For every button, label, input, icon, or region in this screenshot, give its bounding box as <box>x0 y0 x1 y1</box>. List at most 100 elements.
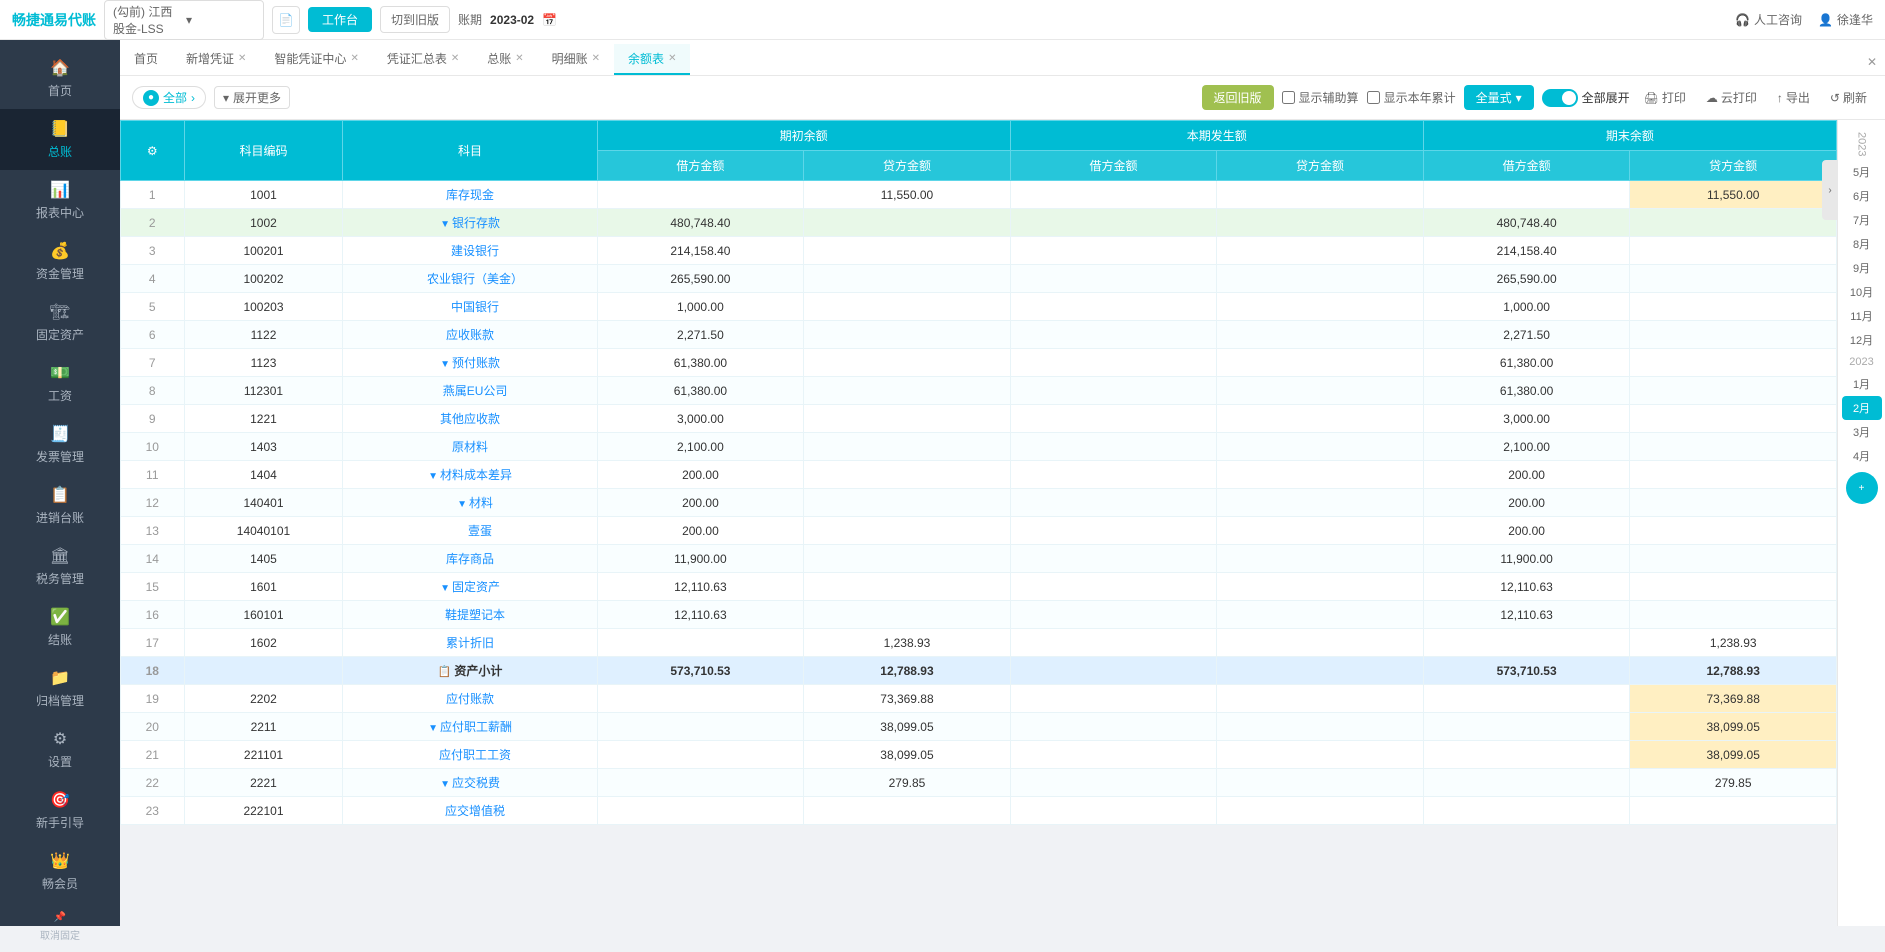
collapse-panel-button[interactable]: › <box>1822 160 1838 220</box>
sidebar-item-trading[interactable]: 📋 进销台账 <box>0 475 120 536</box>
cell-name[interactable]: 累计折旧 <box>343 629 597 657</box>
tab-detail-ledger-close[interactable]: ✕ <box>592 53 600 64</box>
return-old-button[interactable]: 返回旧版 <box>1202 85 1274 110</box>
cell-curr-debit <box>1010 321 1217 349</box>
expand-all-label: 全部展开 <box>1582 89 1630 106</box>
cell-no: 5 <box>121 293 185 321</box>
sidebar-item-close[interactable]: ✅ 结账 <box>0 597 120 658</box>
cell-name[interactable]: 燕属EU公司 <box>343 377 597 405</box>
sidebar-item-home[interactable]: 🏠 首页 <box>0 48 120 109</box>
cell-name[interactable]: 建设银行 <box>343 237 597 265</box>
cell-curr-credit <box>1217 265 1424 293</box>
tab-general-ledger[interactable]: 总账 ✕ <box>473 44 537 75</box>
cell-name[interactable]: 原材料 <box>343 433 597 461</box>
switch-version-button[interactable]: 切到旧版 <box>380 6 450 33</box>
cell-curr-debit <box>1010 181 1217 209</box>
tab-new-voucher[interactable]: 新增凭证 ✕ <box>172 44 260 75</box>
sidebar-item-invoice[interactable]: 🧾 发票管理 <box>0 414 120 475</box>
sidebar-item-pin-bottom[interactable]: 📌 取消固定 <box>0 902 120 952</box>
sidebar-item-ledger[interactable]: 📒 总账 <box>0 109 120 170</box>
consult-button[interactable]: 🎧 人工咨询 <box>1735 11 1802 28</box>
sidebar-item-reports[interactable]: 📊 报表中心 <box>0 170 120 231</box>
settings-icon[interactable]: ⚙ <box>147 144 158 158</box>
show-aux-input[interactable] <box>1282 91 1295 104</box>
table-row: 18 📋 资产小计 573,710.53 12,788.93 573,710.5… <box>121 657 1837 685</box>
cell-end-credit <box>1630 349 1837 377</box>
sidebar-item-settings[interactable]: ⚙ 设置 <box>0 719 120 780</box>
tab-balance-sheet-close[interactable]: ✕ <box>668 53 676 64</box>
tab-balance-sheet[interactable]: 余额表 ✕ <box>614 44 690 75</box>
sidebar-item-salary[interactable]: 💵 工资 <box>0 353 120 414</box>
cell-name[interactable]: 应付账款 <box>343 685 597 713</box>
user-profile[interactable]: 👤 徐逢华 <box>1818 11 1873 28</box>
cell-name[interactable]: ▼应付职工薪酬 <box>343 713 597 741</box>
month-4[interactable]: 4月 <box>1842 444 1882 468</box>
cell-start-credit <box>804 293 1011 321</box>
cell-name[interactable]: ▼固定资产 <box>343 573 597 601</box>
cell-end-debit <box>1423 181 1630 209</box>
tab-voucher-summary-close[interactable]: ✕ <box>451 53 459 64</box>
month-10[interactable]: 10月 <box>1842 280 1882 304</box>
sidebar-item-tax[interactable]: 🏛 税务管理 <box>0 536 120 597</box>
cell-name[interactable]: 其他应收款 <box>343 405 597 433</box>
export-button[interactable]: ↑ 导出 <box>1771 87 1816 108</box>
sidebar-item-funds[interactable]: 💰 资金管理 <box>0 231 120 292</box>
refresh-button[interactable]: ↺ 刷新 <box>1824 87 1873 108</box>
tab-detail-ledger[interactable]: 明细账 ✕ <box>538 44 614 75</box>
cell-name[interactable]: 壹蛋 <box>343 517 597 545</box>
expand-all-toggle[interactable]: 全部展开 <box>1542 89 1630 107</box>
cell-name[interactable]: 应交增值税 <box>343 797 597 825</box>
tab-general-ledger-close[interactable]: ✕ <box>515 53 523 64</box>
add-period-button[interactable]: + <box>1846 472 1878 504</box>
month-5[interactable]: 5月 <box>1842 160 1882 184</box>
cell-name[interactable]: ▼材料成本差异 <box>343 461 597 489</box>
expand-more-button[interactable]: ▾ 展开更多 <box>214 86 290 109</box>
tab-voucher-summary[interactable]: 凭证汇总表 ✕ <box>373 44 473 75</box>
show-year-input[interactable] <box>1367 91 1380 104</box>
month-12[interactable]: 12月 <box>1842 328 1882 352</box>
tab-general-ledger-label: 总账 <box>487 50 511 67</box>
cell-name[interactable]: ▼预付账款 <box>343 349 597 377</box>
tab-new-voucher-close[interactable]: ✕ <box>238 53 246 64</box>
month-7[interactable]: 7月 <box>1842 208 1882 232</box>
month-6[interactable]: 6月 <box>1842 184 1882 208</box>
tab-home-label: 首页 <box>134 50 158 67</box>
close-all-tabs[interactable]: ✕ <box>1859 49 1885 75</box>
show-year-checkbox[interactable]: 显示本年累计 <box>1367 89 1456 106</box>
cell-name[interactable]: 农业银行（美金） <box>343 265 597 293</box>
tab-home[interactable]: 首页 <box>120 44 172 75</box>
calendar-icon[interactable]: 📄 <box>272 6 300 34</box>
month-11[interactable]: 11月 <box>1842 304 1882 328</box>
sidebar-item-archive[interactable]: 📁 归档管理 <box>0 658 120 719</box>
cloud-print-icon: ☁ <box>1706 91 1718 105</box>
month-9[interactable]: 9月 <box>1842 256 1882 280</box>
sidebar-item-member[interactable]: 👑 畅会员 <box>0 841 120 902</box>
cell-name[interactable]: 中国银行 <box>343 293 597 321</box>
month-1[interactable]: 1月 <box>1842 372 1882 396</box>
workbench-button[interactable]: 工作台 <box>308 7 372 32</box>
cell-name[interactable]: ▼应交税费 <box>343 769 597 797</box>
show-aux-checkbox[interactable]: 显示辅助算 <box>1282 89 1359 106</box>
company-selector[interactable]: (勾前) 江西股金-LSS ▾ <box>104 0 264 40</box>
cell-name[interactable]: 库存现金 <box>343 181 597 209</box>
sidebar-item-guide[interactable]: 🎯 新手引导 <box>0 780 120 841</box>
period-calendar-icon[interactable]: 📅 <box>542 13 557 27</box>
sidebar-item-assets[interactable]: 🏗 固定资产 <box>0 292 120 353</box>
cell-name[interactable]: ▼材料 <box>343 489 597 517</box>
month-3[interactable]: 3月 <box>1842 420 1882 444</box>
cell-name[interactable]: ▼银行存款 <box>343 209 597 237</box>
cell-name[interactable]: 应付职工工资 <box>343 741 597 769</box>
full-mode-button[interactable]: 全量式 ▾ <box>1464 85 1534 110</box>
all-filter-button[interactable]: ● 全部 › <box>132 86 206 109</box>
tab-smart-voucher-close[interactable]: ✕ <box>350 53 358 64</box>
cloud-print-button[interactable]: ☁ 云打印 <box>1700 87 1763 108</box>
toggle-switch[interactable] <box>1542 89 1578 107</box>
print-button[interactable]: 🖨 打印 <box>1638 87 1692 108</box>
cell-name[interactable]: 鞋提塑记本 <box>343 601 597 629</box>
month-8[interactable]: 8月 <box>1842 232 1882 256</box>
tab-smart-voucher[interactable]: 智能凭证中心 ✕ <box>260 44 372 75</box>
cell-end-credit: 73,369.88 <box>1630 685 1837 713</box>
cell-name[interactable]: 库存商品 <box>343 545 597 573</box>
month-2[interactable]: 2月 <box>1842 396 1882 420</box>
cell-name[interactable]: 应收账款 <box>343 321 597 349</box>
